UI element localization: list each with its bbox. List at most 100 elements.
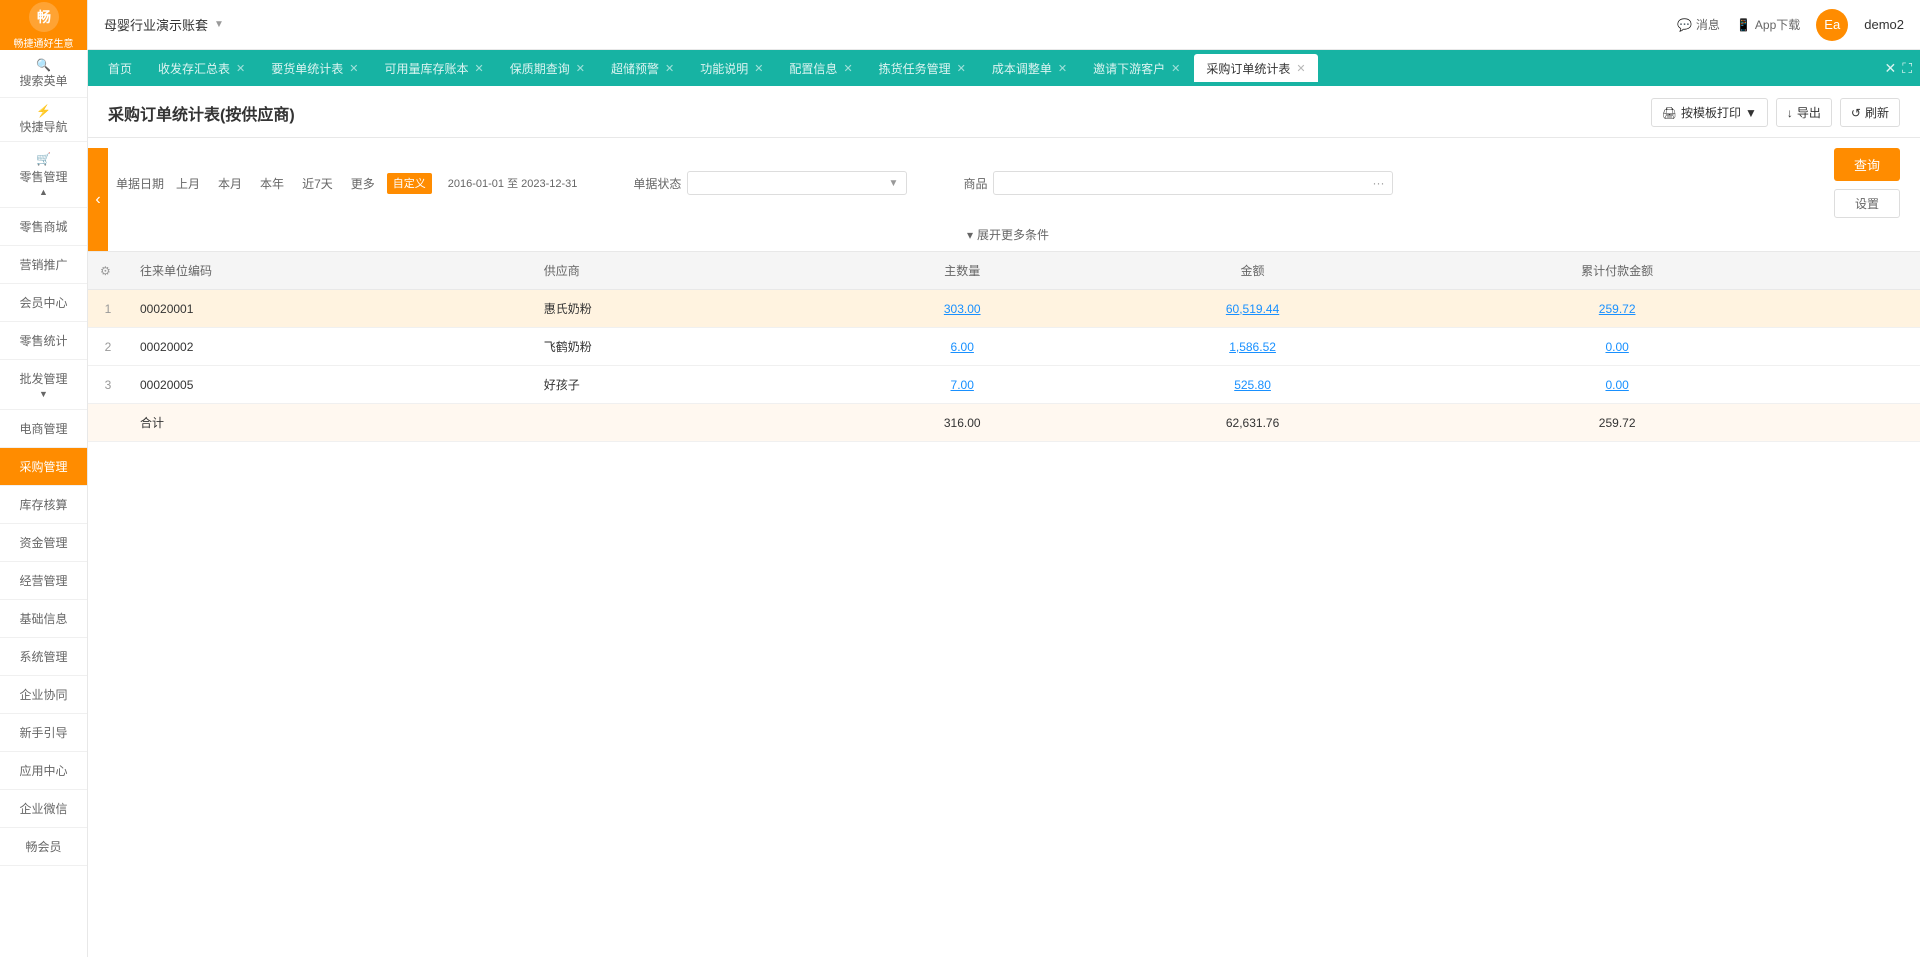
- filter-section: ‹ 单据日期 上月 本月 本年 近7天 更多 自定义: [88, 138, 1920, 252]
- tab-goods-stats[interactable]: 要货单统计表 ✕: [259, 54, 370, 82]
- sidebar-item-finance[interactable]: 资金管理: [0, 524, 87, 562]
- this-year-btn[interactable]: 本年: [254, 173, 290, 194]
- more-date-btn[interactable]: 更多: [345, 173, 381, 194]
- goods-filter-group: 商品 ···: [963, 171, 1393, 195]
- maximize-window-btn[interactable]: ⛶: [1902, 60, 1912, 77]
- tab-cost-adjust[interactable]: 成本调整单 ✕: [980, 54, 1079, 82]
- username-label[interactable]: demo2: [1864, 17, 1904, 32]
- tab-home[interactable]: 首页: [96, 54, 144, 82]
- tab-overstock[interactable]: 超储预警 ✕: [599, 54, 686, 82]
- sidebar-item-retail-stats[interactable]: 零售统计: [0, 322, 87, 360]
- tab-close-invite[interactable]: ✕: [1171, 62, 1180, 75]
- sidebar-item-ops[interactable]: 经营管理: [0, 562, 87, 600]
- wholesale-arrow: ▼: [39, 389, 48, 399]
- sidebar-item-search[interactable]: 🔍 搜索英单: [0, 50, 87, 98]
- tab-close-cost-adjust[interactable]: ✕: [1058, 62, 1067, 75]
- settings-button[interactable]: 设置: [1834, 189, 1900, 218]
- sidebar-item-retail[interactable]: 🛒 零售管理 ▲: [0, 142, 87, 208]
- tab-function-desc[interactable]: 功能说明 ✕: [688, 54, 775, 82]
- row-supplier-2: 飞鹤奶粉: [532, 328, 835, 366]
- sidebar-item-basic[interactable]: 基础信息: [0, 600, 87, 638]
- sidebar-item-member[interactable]: 会员中心: [0, 284, 87, 322]
- tab-purchase-stats[interactable]: 采购订单统计表 ✕: [1194, 54, 1317, 82]
- sidebar-item-app-center[interactable]: 应用中心: [0, 752, 87, 790]
- data-table: ⚙ 往来单位编码 供应商 主数量 金额: [88, 252, 1920, 442]
- row-amount-link-3[interactable]: 525.80: [1234, 378, 1271, 392]
- table-row: 3 00020005 好孩子 7.00 525.80: [88, 366, 1920, 404]
- expand-more-button[interactable]: ▾ 展开更多条件: [967, 226, 1049, 243]
- this-month-btn[interactable]: 本月: [212, 173, 248, 194]
- tab-close-warranty[interactable]: ✕: [576, 62, 585, 75]
- tab-close-goods-stats[interactable]: ✕: [349, 62, 358, 75]
- footer-empty-1: [88, 404, 128, 442]
- status-select[interactable]: ▼: [687, 171, 907, 195]
- row-paid-link-1[interactable]: 259.72: [1599, 302, 1636, 316]
- table-footer: 合计 316.00 62,631.76 259.72: [88, 404, 1920, 442]
- sidebar-item-ecommerce[interactable]: 电商管理: [0, 410, 87, 448]
- row-qty-link-2[interactable]: 6.00: [951, 340, 974, 354]
- row-qty-link-1[interactable]: 303.00: [944, 302, 981, 316]
- tab-invite[interactable]: 邀请下游客户 ✕: [1081, 54, 1192, 82]
- tab-close-inventory-ledger[interactable]: ✕: [475, 62, 484, 75]
- export-button[interactable]: ↓ 导出: [1776, 98, 1832, 127]
- row-amount-2: 1,586.52: [1090, 328, 1415, 366]
- tab-warranty[interactable]: 保质期查询 ✕: [498, 54, 597, 82]
- sidebar-item-system[interactable]: 系统管理: [0, 638, 87, 676]
- row-qty-link-3[interactable]: 7.00: [951, 378, 974, 392]
- sidebar-item-retail-shop[interactable]: 零售商城: [0, 208, 87, 246]
- filter-row-1: 单据日期 上月 本月 本年 近7天 更多 自定义 2016-01-01 至 20…: [116, 148, 1900, 218]
- workspace-name: 母婴行业演示账套: [104, 15, 208, 34]
- sidebar-item-vip[interactable]: 畅会员: [0, 828, 87, 866]
- tab-close-config[interactable]: ✕: [843, 62, 852, 75]
- sidebar-item-purchase[interactable]: 采购管理: [0, 448, 87, 486]
- app-logo: 畅 畅捷通好生意: [0, 0, 87, 50]
- print-button[interactable]: 🖨 按模板打印 ▼: [1651, 98, 1768, 127]
- row-empty-1: [1819, 290, 1920, 328]
- goods-input[interactable]: ···: [993, 171, 1393, 195]
- expand-more-row: ▾ 展开更多条件: [116, 226, 1900, 251]
- sidebar-item-marketing[interactable]: 营销推广: [0, 246, 87, 284]
- last-7-days-btn[interactable]: 近7天: [296, 173, 339, 194]
- col-qty: 主数量: [835, 252, 1090, 290]
- svg-text:畅: 畅: [37, 9, 51, 25]
- goods-input-value: [1002, 176, 1368, 190]
- collapse-filter-button[interactable]: ‹: [88, 148, 108, 251]
- table-settings-icon[interactable]: ⚙: [100, 264, 111, 278]
- sidebar-item-newbie[interactable]: 新手引导: [0, 714, 87, 752]
- avatar[interactable]: Ea: [1816, 9, 1848, 41]
- workspace-selector[interactable]: 母婴行业演示账套 ▼: [104, 15, 1661, 34]
- app-download-button[interactable]: 📱 App下载: [1736, 16, 1800, 33]
- custom-date-badge[interactable]: 自定义: [387, 173, 432, 194]
- row-code-1: 00020001: [128, 290, 532, 328]
- page-header: 采购订单统计表(按供应商) 🖨 按模板打印 ▼ ↓ 导出 ↺ 刷新: [88, 86, 1920, 138]
- row-code-3: 00020005: [128, 366, 532, 404]
- row-supplier-1: 惠氏奶粉: [532, 290, 835, 328]
- tab-config[interactable]: 配置信息 ✕: [777, 54, 864, 82]
- message-button[interactable]: 💬 消息: [1677, 16, 1720, 33]
- page-title: 采购订单统计表(按供应商): [108, 101, 295, 125]
- refresh-button[interactable]: ↺ 刷新: [1840, 98, 1900, 127]
- row-paid-link-3[interactable]: 0.00: [1605, 378, 1628, 392]
- sidebar-item-wholesale[interactable]: 批发管理 ▼: [0, 360, 87, 410]
- sidebar-item-wechat[interactable]: 企业微信: [0, 790, 87, 828]
- row-paid-1: 259.72: [1415, 290, 1819, 328]
- tab-close-task[interactable]: ✕: [957, 62, 966, 75]
- close-window-btn[interactable]: ✕: [1884, 60, 1896, 77]
- sidebar-item-nav[interactable]: ⚡ 快捷导航: [0, 98, 87, 142]
- row-paid-link-2[interactable]: 0.00: [1605, 340, 1628, 354]
- tab-close-overstock[interactable]: ✕: [665, 62, 674, 75]
- tab-task[interactable]: 拣货任务管理 ✕: [867, 54, 978, 82]
- row-amount-link-1[interactable]: 60,519.44: [1226, 302, 1279, 316]
- sidebar-item-inventory[interactable]: 库存核算: [0, 486, 87, 524]
- tab-close-purchase-stats[interactable]: ✕: [1296, 62, 1305, 75]
- row-amount-link-2[interactable]: 1,586.52: [1229, 340, 1276, 354]
- tab-close-function-desc[interactable]: ✕: [754, 62, 763, 75]
- refresh-icon: ↺: [1851, 106, 1861, 120]
- sidebar-item-corp[interactable]: 企业协同: [0, 676, 87, 714]
- last-month-btn[interactable]: 上月: [170, 173, 206, 194]
- tab-inventory-ledger[interactable]: 可用量库存账本 ✕: [372, 54, 495, 82]
- tab-close-receivable[interactable]: ✕: [236, 62, 245, 75]
- query-button[interactable]: 查询: [1834, 148, 1900, 181]
- tab-receivable[interactable]: 收发存汇总表 ✕: [146, 54, 257, 82]
- workspace-dropdown-icon: ▼: [214, 19, 224, 30]
